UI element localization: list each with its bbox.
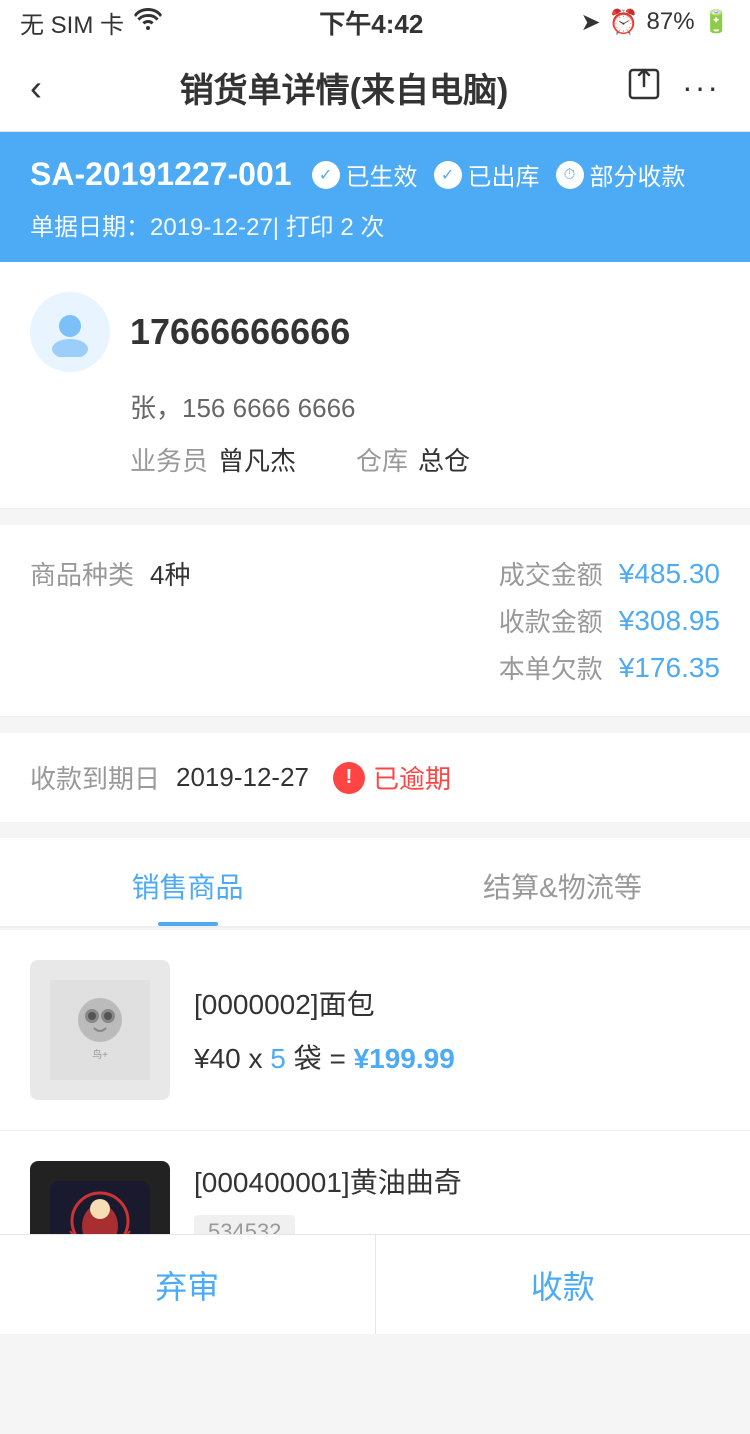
status-badge-partial: ⏱ 部分收款 [556,157,686,192]
product-quantity-1: 5 [270,1043,286,1074]
check-icon-2: ✓ [434,161,462,189]
tabs: 销售商品 结算&物流等 [0,838,750,926]
overdue-text: 已逾期 [373,759,451,796]
stats-left: 商品种类 4种 [30,555,190,592]
clock-icon: ⏱ [556,161,584,189]
customer-phone: 17666666666 [130,311,350,353]
check-icon-1: ✓ [312,161,340,189]
product-types-item: 商品种类 4种 [30,555,190,592]
deal-amount-value: ¥485.30 [619,558,720,590]
product-image-1: 鸟+ [30,960,170,1100]
carrier-text: 无 SIM 卡 [20,5,124,40]
deal-amount-label: 成交金额 [499,555,603,592]
warehouse-label: 仓库 [356,441,408,478]
more-button[interactable]: ··· [682,69,720,106]
svg-text:鸟+: 鸟+ [92,1048,108,1061]
confirm-button[interactable]: 收款 [376,1235,750,1334]
product-info-1: [0000002]面包 ¥40 x 5 袋 = ¥199.99 [194,960,720,1100]
received-label: 收款金额 [499,602,603,639]
product-types-value: 4种 [150,555,190,592]
owed-label: 本单欠款 [499,649,603,686]
bottom-bar: 弃审 收款 [0,1234,750,1334]
product-name-2: [000400001]黄油曲奇 [194,1161,720,1201]
battery-icon: 🔋 [703,9,730,35]
product-types-label: 商品种类 [30,555,134,592]
share-button[interactable] [626,66,662,110]
customer-section: 17666666666 张，156 6666 6666 业务员 曾凡杰 仓库 总… [0,262,750,509]
status-badge-effective: ✓ 已生效 [312,157,418,192]
product-name-1: [0000002]面包 [194,983,720,1023]
tab-sales-products[interactable]: 销售商品 [0,838,375,926]
customer-row: 17666666666 [30,292,720,372]
status-badge-shipped: ✓ 已出库 [434,157,540,192]
customer-meta: 业务员 曾凡杰 仓库 总仓 [30,441,720,478]
product-placeholder-1: 鸟+ [30,960,170,1100]
stats-right: 成交金额 ¥485.30 收款金额 ¥308.95 本单欠款 ¥176.35 [499,555,720,686]
received-value: ¥308.95 [619,605,720,637]
deal-amount-row: 成交金额 ¥485.30 [499,555,720,592]
product-equals-1: = [329,1043,353,1074]
cancel-button[interactable]: 弃审 [0,1235,376,1334]
due-date-label: 收款到期日 [30,759,160,796]
customer-name: 张，156 6666 6666 [30,388,720,425]
warehouse-value: 总仓 [418,441,470,478]
order-id: SA-20191227-001 [30,156,292,193]
battery-text: 87% [647,8,695,36]
tab-settlement[interactable]: 结算&物流等 [375,838,750,926]
wifi-icon [134,8,162,37]
overdue-icon: ! [333,762,365,794]
location-icon: ➤ [581,8,601,37]
back-button[interactable]: ‹ [30,57,62,119]
status-time: 下午4:42 [319,4,423,41]
order-date: 单据日期：2019-12-27| 打印 2 次 [30,207,720,242]
warehouse-item: 仓库 总仓 [356,441,470,478]
product-multiply-1: x [249,1043,271,1074]
customer-avatar [30,292,110,372]
status-left: 无 SIM 卡 [20,5,162,40]
product-unit-price-1: ¥40 [194,1043,241,1074]
sales-rep-item: 业务员 曾凡杰 [130,441,296,478]
nav-bar: ‹ 销货单详情(来自电脑) ··· [0,44,750,132]
owed-amount-row: 本单欠款 ¥176.35 [499,649,720,686]
order-header: SA-20191227-001 ✓ 已生效 ✓ 已出库 ⏱ 部分收款 单据日期：… [0,132,750,262]
received-amount-row: 收款金额 ¥308.95 [499,602,720,639]
list-item: 鸟+ [0000002]面包 ¥40 x 5 袋 = ¥199.99 [0,930,750,1131]
due-section: 收款到期日 2019-12-27 ! 已逾期 [0,733,750,822]
overdue-badge: ! 已逾期 [333,759,451,796]
sales-rep-label: 业务员 [130,441,208,478]
alarm-icon: ⏰ [609,8,639,37]
owed-value: ¥176.35 [619,652,720,684]
tabs-container: 销售商品 结算&物流等 [0,838,750,928]
stats-grid: 商品种类 4种 成交金额 ¥485.30 收款金额 ¥308.95 本单欠款 ¥… [30,555,720,686]
product-price-row-1: ¥40 x 5 袋 = ¥199.99 [194,1037,720,1077]
status-right: ➤ ⏰ 87% 🔋 [581,8,730,37]
stats-section: 商品种类 4种 成交金额 ¥485.30 收款金额 ¥308.95 本单欠款 ¥… [0,525,750,717]
product-total-1: ¥199.99 [354,1043,455,1074]
status-badges: ✓ 已生效 ✓ 已出库 ⏱ 部分收款 [312,157,686,192]
product-unit-1: 袋 [294,1043,322,1074]
sales-rep-value: 曾凡杰 [218,441,296,478]
order-id-row: SA-20191227-001 ✓ 已生效 ✓ 已出库 ⏱ 部分收款 [30,156,720,193]
status-bar: 无 SIM 卡 下午4:42 ➤ ⏰ 87% 🔋 [0,0,750,44]
due-date-value: 2019-12-27 [176,762,309,793]
page-title: 销货单详情(来自电脑) [122,63,566,112]
nav-actions: ··· [626,66,720,110]
